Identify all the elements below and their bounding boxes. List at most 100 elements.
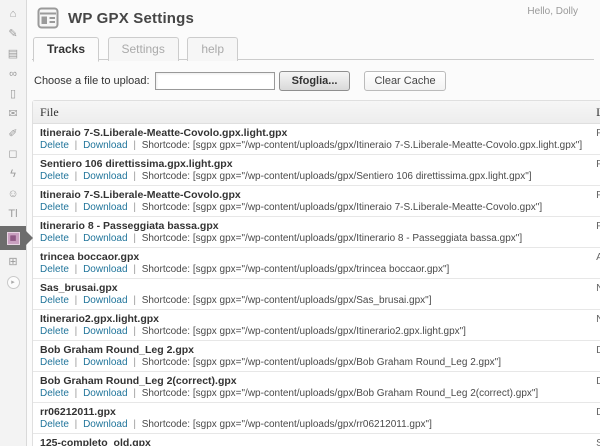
last-modified-cell: February 07 2011 20:36:03. <box>589 124 600 155</box>
track-filename: Sas_brusai.gpx <box>40 282 582 294</box>
plugins-icon: ϟ <box>10 169 16 180</box>
tab-settings[interactable]: Settings <box>108 37 179 61</box>
shortcode-value: [sgpx gpx="/wp-content/uploads/gpx/Sas_b… <box>193 295 432 306</box>
pages-icon: ▯ <box>10 89 16 100</box>
download-link[interactable]: Download <box>83 357 127 368</box>
upload-label: Choose a file to upload: <box>34 75 150 87</box>
sidebar-item-plugins[interactable]: ϟ <box>0 164 26 184</box>
last-modified-cell: September 05 2011 08:58:58. <box>589 434 600 446</box>
last-modified-cell: November 28 2010 17:38:10. <box>589 310 600 341</box>
download-link[interactable]: Download <box>83 326 127 337</box>
shortcode-value: [sgpx gpx="/wp-content/uploads/gpx/rr062… <box>193 419 432 430</box>
file-upload-input[interactable] <box>155 72 275 90</box>
tab-tracks[interactable]: Tracks <box>33 37 99 62</box>
page-header: WP GPX Settings <box>27 0 600 34</box>
track-actions: Delete | Download | Shortcode: [sgpx gpx… <box>40 388 582 400</box>
wp-gpx-icon: ▦ <box>7 232 20 245</box>
download-link[interactable]: Download <box>83 419 127 430</box>
column-header-last-modified: Last modified <box>589 101 600 124</box>
table-row: Sas_brusai.gpx Delete | Download | Short… <box>33 279 600 310</box>
separator: | <box>72 295 80 306</box>
delete-link[interactable]: Delete <box>40 388 69 399</box>
track-actions: Delete | Download | Shortcode: [sgpx gpx… <box>40 326 582 338</box>
last-modified-cell: August 17 2011 14:10:48. <box>589 248 600 279</box>
widgets-icon: ◻ <box>8 149 17 160</box>
sidebar-item-links[interactable]: ∞ <box>0 64 26 84</box>
separator: | <box>72 140 80 151</box>
tab-bar: Tracks Settings help <box>32 36 594 60</box>
shortcode-value: [sgpx gpx="/wp-content/uploads/gpx/Bob G… <box>193 357 501 368</box>
sidebar-item-posts[interactable]: ✎ <box>0 24 26 44</box>
media-icon: ▤ <box>8 49 18 60</box>
last-modified-cell: November 27 2011 15:10:20. <box>589 279 600 310</box>
separator: | <box>131 295 139 306</box>
delete-link[interactable]: Delete <box>40 202 69 213</box>
sidebar-item-appearance[interactable]: ✐ <box>0 124 26 144</box>
delete-link[interactable]: Delete <box>40 140 69 151</box>
tracks-table: File Last modified File size (Byte) Itin… <box>32 100 600 446</box>
track-actions: Delete | Download | Shortcode: [sgpx gpx… <box>40 202 582 214</box>
sidebar-item-pages[interactable]: ▯ <box>0 84 26 104</box>
download-link[interactable]: Download <box>83 202 127 213</box>
sidebar-item-users[interactable]: ☺ <box>0 184 26 204</box>
shortcode-label: Shortcode: <box>142 202 190 213</box>
download-link[interactable]: Download <box>83 295 127 306</box>
separator: | <box>72 326 80 337</box>
separator: | <box>131 171 139 182</box>
sidebar-item-comments[interactable]: ✉ <box>0 104 26 124</box>
sidebar-item-media[interactable]: ▤ <box>0 44 26 64</box>
sidebar-item-settings[interactable]: ⊞ <box>0 252 26 272</box>
dashboard-icon: ⌂ <box>10 9 17 20</box>
separator: | <box>131 357 139 368</box>
separator: | <box>131 233 139 244</box>
download-link[interactable]: Download <box>83 140 127 151</box>
shortcode-value: [sgpx gpx="/wp-content/uploads/gpx/Itine… <box>193 202 542 213</box>
separator: | <box>72 202 80 213</box>
separator: | <box>72 357 80 368</box>
shortcode-label: Shortcode: <box>142 357 190 368</box>
track-actions: Delete | Download | Shortcode: [sgpx gpx… <box>40 140 582 152</box>
clear-cache-button[interactable]: Clear Cache <box>364 71 445 91</box>
delete-link[interactable]: Delete <box>40 171 69 182</box>
delete-link[interactable]: Delete <box>40 264 69 275</box>
track-actions: Delete | Download | Shortcode: [sgpx gpx… <box>40 233 582 245</box>
hello-dolly-text: Hello, Dolly <box>527 6 578 17</box>
last-modified-cell: February 13 2011 11:22:56. <box>589 186 600 217</box>
delete-link[interactable]: Delete <box>40 357 69 368</box>
download-link[interactable]: Download <box>83 233 127 244</box>
tools-icon: Tl <box>8 209 17 220</box>
sidebar-item-dashboard[interactable]: ⌂ <box>0 4 26 24</box>
shortcode-label: Shortcode: <box>142 140 190 151</box>
table-row: trincea boccaor.gpx Delete | Download | … <box>33 248 600 279</box>
delete-link[interactable]: Delete <box>40 233 69 244</box>
browse-button[interactable]: Sfoglia... <box>279 71 351 91</box>
last-modified-cell: December 30 2011 20:46:35. <box>589 403 600 434</box>
separator: | <box>72 419 80 430</box>
delete-link[interactable]: Delete <box>40 419 69 430</box>
separator: | <box>131 202 139 213</box>
delete-link[interactable]: Delete <box>40 295 69 306</box>
delete-link[interactable]: Delete <box>40 326 69 337</box>
main-content: Hello, Dolly WP GPX Settings Tracks Sett… <box>27 0 600 446</box>
download-link[interactable]: Download <box>83 264 127 275</box>
sidebar-item-wp-gpx[interactable]: ▦ <box>0 226 26 250</box>
table-row: Itinerario 8 - Passeggiata bassa.gpx Del… <box>33 217 600 248</box>
wp-admin-screen: ⌂ ✎ ▤ ∞ ▯ ✉✐ ◻ ϟ ☺ Tl ▦ ⊞▸ Hello, Dolly WP GPX Sett… <box>0 0 600 446</box>
sidebar-item-tools[interactable]: Tl <box>0 204 26 224</box>
table-row: Itineraio 7-S.Liberale-Meatte-Covolo.gpx… <box>33 124 600 155</box>
table-row: 125-completo_old.gpx Delete | Download |… <box>33 434 600 446</box>
upload-row: Choose a file to upload: Sfoglia... Clea… <box>34 71 600 91</box>
users-icon: ☺ <box>7 189 18 200</box>
table-row: Itineraio 7-S.Liberale-Meatte-Covolo.gpx… <box>33 186 600 217</box>
table-row: Sentiero 106 direttissima.gpx.light.gpx … <box>33 155 600 186</box>
tab-help[interactable]: help <box>187 37 238 61</box>
track-filename: Itineraio 7-S.Liberale-Meatte-Covolo.gpx… <box>40 127 582 139</box>
sidebar-item-collapse-menu[interactable]: ▸ <box>0 272 26 292</box>
table-row: Itinerario2.gpx.light.gpx Delete | Downl… <box>33 310 600 341</box>
sidebar-item-widgets[interactable]: ◻ <box>0 144 26 164</box>
separator: | <box>131 326 139 337</box>
file-upload-control: Sfoglia... <box>155 71 351 91</box>
download-link[interactable]: Download <box>83 171 127 182</box>
separator: | <box>72 264 80 275</box>
download-link[interactable]: Download <box>83 388 127 399</box>
